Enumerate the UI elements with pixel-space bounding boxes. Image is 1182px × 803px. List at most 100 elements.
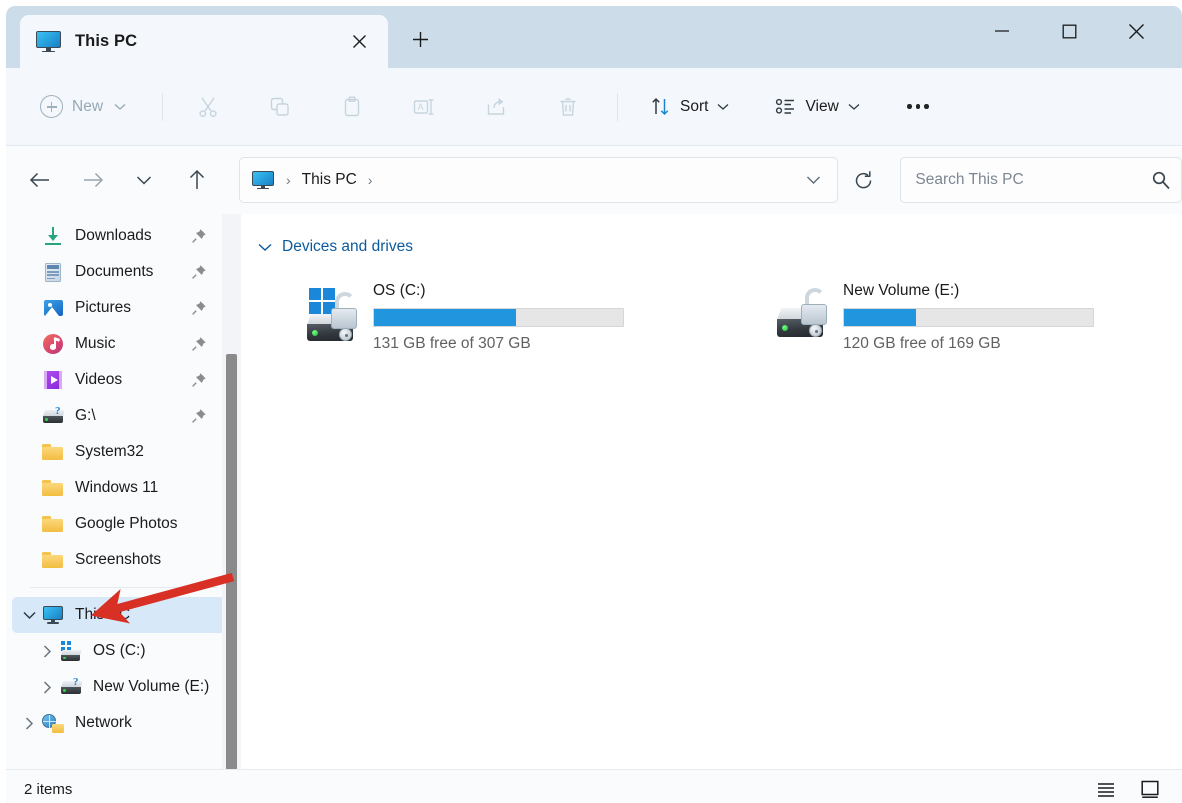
sidebar-item-documents[interactable]: Documents xyxy=(12,254,229,290)
refresh-button[interactable] xyxy=(840,158,886,202)
os-drive-locked-icon xyxy=(305,288,373,350)
chevron-down-icon xyxy=(258,243,272,251)
rename-button[interactable]: A xyxy=(401,87,447,127)
pin-icon[interactable] xyxy=(191,264,207,280)
sidebar-item-this-pc[interactable]: This PC xyxy=(12,597,229,633)
sidebar-item-label: Documents xyxy=(75,263,154,280)
chevron-right-icon[interactable] xyxy=(36,676,58,698)
breadcrumb-separator-2[interactable]: › xyxy=(360,172,381,188)
sidebar-item-g[interactable]: ? G:\ xyxy=(12,398,229,434)
chevron-down-icon[interactable] xyxy=(18,604,40,626)
sort-button-label: Sort xyxy=(680,97,709,115)
chevron-right-icon[interactable] xyxy=(43,680,52,694)
more-options-button[interactable] xyxy=(896,88,940,126)
share-button[interactable] xyxy=(473,87,519,127)
back-button[interactable] xyxy=(20,160,60,200)
delete-button[interactable] xyxy=(545,87,591,127)
sidebar-item-google-photos[interactable]: Google Photos xyxy=(12,506,229,542)
drive-name: New Volume (E:) xyxy=(843,282,960,299)
arrow-up-icon xyxy=(189,169,205,189)
sidebar-divider xyxy=(30,587,217,588)
sidebar-item-label: This PC xyxy=(75,606,131,623)
music-icon xyxy=(42,333,64,355)
chevron-right-icon[interactable] xyxy=(25,716,34,730)
close-icon[interactable] xyxy=(344,27,374,57)
minimize-button[interactable] xyxy=(970,6,1034,56)
cut-button[interactable] xyxy=(185,87,231,127)
breadcrumb-separator: › xyxy=(286,172,291,188)
pin-icon[interactable] xyxy=(191,336,207,352)
sidebar-item-os-c[interactable]: OS (C:) xyxy=(12,633,229,669)
status-bar: 2 items xyxy=(6,769,1182,803)
sidebar-item-new-volume-e[interactable]: ? New Volume (E:) xyxy=(12,669,229,705)
item-count-label: 2 items xyxy=(24,781,73,798)
ellipsis-icon xyxy=(915,104,921,109)
details-view-button[interactable] xyxy=(1090,776,1122,803)
drive-capacity-fill xyxy=(374,309,516,326)
drive-free-space-label: 131 GB free of 307 GB xyxy=(373,335,531,352)
sort-button[interactable]: Sort xyxy=(640,89,739,124)
pin-icon[interactable] xyxy=(191,228,207,244)
network-icon xyxy=(42,712,64,734)
new-button[interactable]: New xyxy=(34,88,136,125)
drive-name: OS (C:) xyxy=(373,282,426,299)
pin-icon[interactable] xyxy=(191,408,207,424)
chevron-down-icon[interactable] xyxy=(22,611,36,620)
chevron-down-icon xyxy=(848,103,860,110)
close-window-button[interactable] xyxy=(1104,6,1168,56)
sidebar-item-windows-11[interactable]: Windows 11 xyxy=(12,470,229,506)
drive-capacity-bar xyxy=(373,308,624,327)
chevron-right-icon[interactable] xyxy=(43,644,52,658)
content-pane: Devices and drives OS (C:) 131 GB free of… xyxy=(241,214,1182,769)
chevron-right-icon[interactable] xyxy=(36,640,58,662)
sidebar-item-network[interactable]: Network xyxy=(12,705,229,741)
pin-icon[interactable] xyxy=(191,300,207,316)
paste-button[interactable] xyxy=(329,87,375,127)
recent-locations-button[interactable] xyxy=(124,160,164,200)
pin-icon[interactable] xyxy=(191,372,207,388)
address-bar[interactable]: › This PC › xyxy=(239,157,839,203)
downloads-icon xyxy=(42,225,64,247)
navigation-pane: Downloads Documents Pictures Music Videos? G:… xyxy=(6,214,235,769)
forward-button[interactable] xyxy=(73,160,113,200)
sidebar-item-pictures[interactable]: Pictures xyxy=(12,290,229,326)
search-box[interactable] xyxy=(900,157,1182,203)
address-dropdown-button[interactable] xyxy=(793,160,833,200)
svg-text:A: A xyxy=(418,102,424,112)
drive-capacity-bar xyxy=(843,308,1094,327)
maximize-button[interactable] xyxy=(1037,6,1101,56)
view-toggle-group xyxy=(1090,776,1166,803)
chevron-down-icon xyxy=(114,103,126,110)
maximize-icon xyxy=(1062,24,1076,38)
search-icon[interactable] xyxy=(1151,170,1171,190)
os-drive-icon xyxy=(60,640,82,662)
sidebar-item-screenshots[interactable]: Screenshots xyxy=(12,542,229,578)
sidebar-item-system32[interactable]: System32 xyxy=(12,434,229,470)
drive-locked-icon xyxy=(775,288,843,350)
new-tab-button[interactable] xyxy=(402,22,438,56)
breadcrumb-this-pc[interactable]: This PC xyxy=(299,167,360,193)
plus-circle-icon xyxy=(40,95,63,118)
chevron-down-icon xyxy=(806,176,820,184)
chevron-down-icon xyxy=(136,175,152,185)
copy-button[interactable] xyxy=(257,87,303,127)
sidebar-scrollbar-thumb[interactable] xyxy=(226,354,237,770)
pictures-icon xyxy=(42,297,64,319)
chevron-right-icon[interactable] xyxy=(18,712,40,734)
up-button[interactable] xyxy=(177,160,217,200)
sidebar-item-label: Pictures xyxy=(75,299,131,316)
sidebar-item-videos[interactable]: Videos xyxy=(12,362,229,398)
devices-and-drives-group-header[interactable]: Devices and drives xyxy=(256,234,421,260)
large-icons-view-button[interactable] xyxy=(1134,776,1166,803)
drive-info: OS (C:) 131 GB free of 307 GB xyxy=(373,280,649,353)
tab-title: This PC xyxy=(75,32,138,50)
drive-tile[interactable]: OS (C:) 131 GB free of 307 GB xyxy=(299,274,657,361)
tab-this-pc[interactable]: This PC xyxy=(20,15,388,68)
tree-list: This PC OS (C:)? New Volume (E:) Network xyxy=(6,597,235,741)
search-input[interactable] xyxy=(915,171,1151,189)
sidebar-item-downloads[interactable]: Downloads xyxy=(12,218,229,254)
drive-tile[interactable]: New Volume (E:) 120 GB free of 169 GB xyxy=(769,274,1127,361)
drive-info: New Volume (E:) 120 GB free of 169 GB xyxy=(843,280,1119,353)
view-button[interactable]: View xyxy=(765,89,869,124)
sidebar-item-music[interactable]: Music xyxy=(12,326,229,362)
